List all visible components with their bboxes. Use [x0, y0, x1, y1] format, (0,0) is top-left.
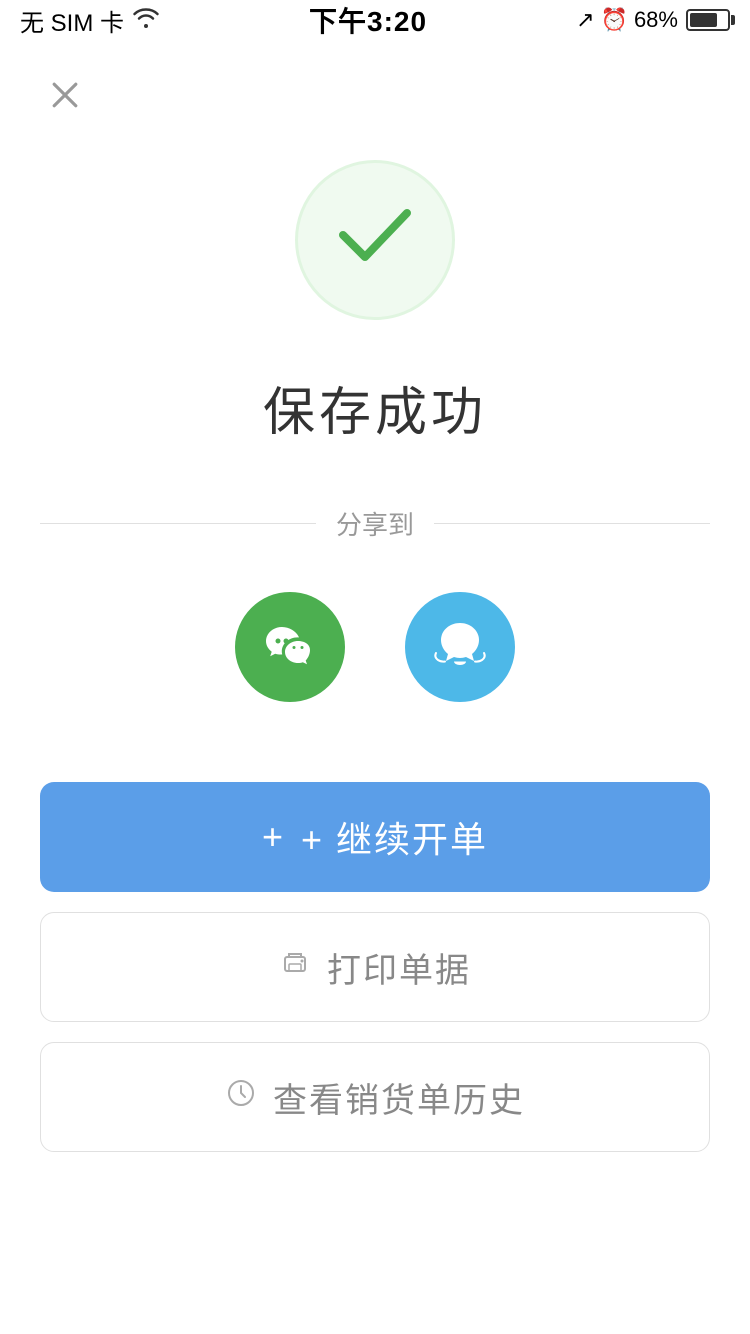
wechat-icon	[260, 617, 320, 677]
continue-order-button[interactable]: + + 继续开单	[40, 782, 710, 892]
share-section: 分享到	[0, 505, 750, 782]
action-buttons: + + 继续开单 打印单据	[0, 782, 750, 1152]
checkmark-icon	[335, 199, 415, 282]
status-left: 无 SIM 卡	[20, 3, 160, 38]
plus-icon: +	[262, 816, 285, 858]
battery-text: 68%	[634, 7, 678, 33]
history-button[interactable]: 查看销货单历史	[40, 1042, 710, 1152]
location-icon: ↗	[576, 7, 594, 33]
qq-icon	[430, 617, 490, 677]
divider-line-left	[40, 523, 316, 524]
alarm-icon: ⏰	[601, 7, 628, 33]
wechat-share-button[interactable]	[235, 592, 345, 702]
wifi-icon	[132, 6, 160, 35]
share-divider: 分享到	[40, 505, 710, 542]
qq-share-button[interactable]	[405, 592, 515, 702]
success-title: 保存成功	[263, 370, 487, 445]
status-bar: 无 SIM 卡 下午3:20 ↗ ⏰ 68%	[0, 0, 750, 40]
continue-order-label: + 继续开单	[301, 811, 488, 863]
print-button[interactable]: 打印单据	[40, 912, 710, 1022]
clock-icon	[225, 1077, 257, 1117]
main-content: 保存成功 分享到	[0, 40, 750, 1334]
printer-icon	[279, 947, 311, 987]
share-icons	[40, 592, 710, 702]
success-circle	[295, 160, 455, 320]
share-label: 分享到	[316, 505, 434, 542]
close-button[interactable]	[40, 70, 90, 120]
close-icon	[47, 77, 83, 113]
print-label: 打印单据	[327, 943, 471, 992]
status-right: ↗ ⏰ 68%	[576, 7, 730, 33]
success-section: 保存成功 分享到	[0, 40, 750, 1152]
status-time: 下午3:20	[309, 0, 427, 40]
divider-line-right	[434, 523, 710, 524]
no-sim-text: 无 SIM 卡	[20, 3, 124, 38]
battery-icon	[686, 9, 730, 31]
history-label: 查看销货单历史	[273, 1073, 525, 1122]
